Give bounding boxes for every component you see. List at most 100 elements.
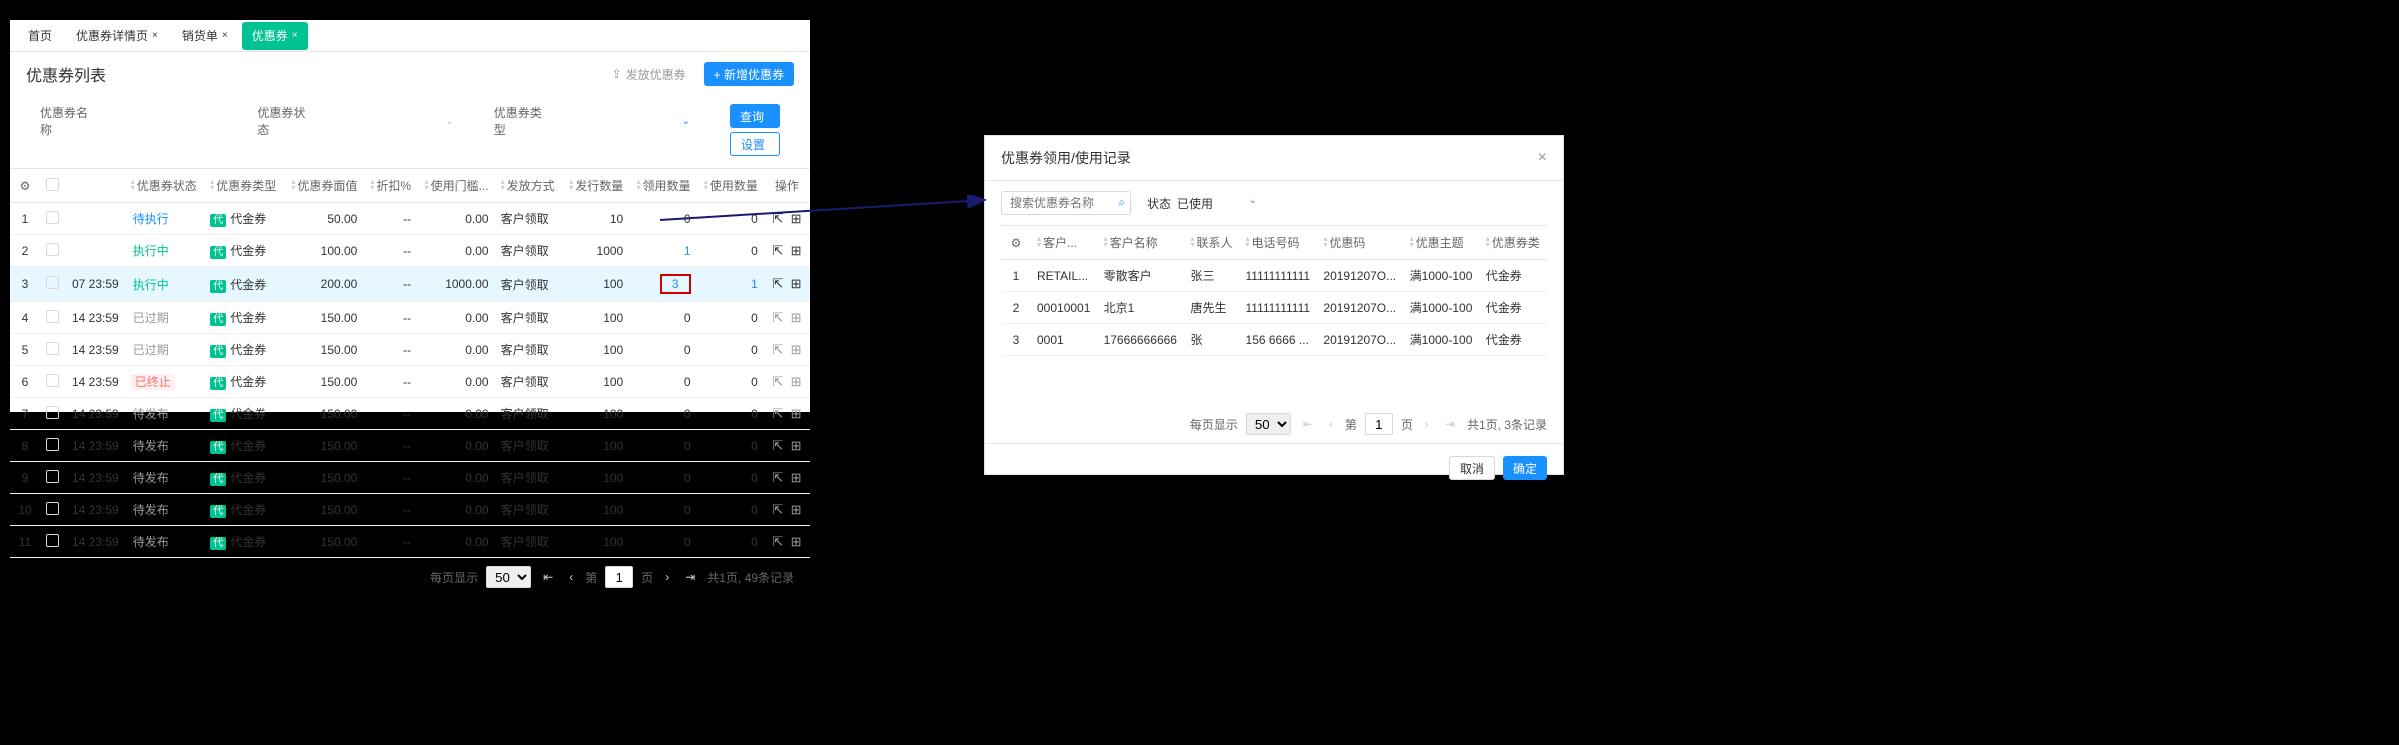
share-icon[interactable]: ⇱: [772, 342, 783, 357]
table-row[interactable]: 9 14 23:59 待发布 代代金券 150.00 -- 0.00 客户领取 …: [10, 462, 810, 494]
share-icon[interactable]: ⇱: [772, 438, 783, 453]
row-checkbox[interactable]: [46, 438, 59, 451]
col-method[interactable]: ▴▾发放方式: [495, 169, 562, 203]
tab-sales-order[interactable]: 销货单×: [172, 22, 238, 50]
row-checkbox[interactable]: [46, 534, 59, 547]
col-claim[interactable]: ▴▾领用数量: [629, 169, 696, 203]
status-select[interactable]: ⌄: [322, 109, 454, 133]
table-row[interactable]: 5 14 23:59 已过期 代代金券 150.00 -- 0.00 客户领取 …: [10, 334, 810, 366]
cancel-button[interactable]: 取消: [1449, 456, 1495, 480]
row-checkbox[interactable]: [46, 502, 59, 515]
col-type[interactable]: ▴▾优惠券类型: [204, 169, 284, 203]
next-page-button[interactable]: ›: [1421, 417, 1433, 431]
col-cust-no[interactable]: ▴▾客户...: [1031, 226, 1098, 260]
table-row[interactable]: 3 0001 17666666666 张 156 6666 ... 201912…: [1001, 324, 1547, 356]
setting-button[interactable]: 设置: [730, 132, 780, 156]
coupon-name-input[interactable]: [97, 109, 217, 133]
first-page-button[interactable]: ⇤: [539, 570, 557, 584]
row-checkbox[interactable]: [46, 470, 59, 483]
ok-button[interactable]: 确定: [1503, 456, 1547, 480]
state-select[interactable]: 已使用⌄: [1177, 195, 1257, 212]
table-row[interactable]: 10 14 23:59 待发布 代代金券 150.00 -- 0.00 客户领取…: [10, 494, 810, 526]
select-all-checkbox[interactable]: [46, 178, 59, 191]
row-checkbox[interactable]: [46, 406, 59, 419]
col-type[interactable]: ▴▾优惠券类: [1480, 226, 1547, 260]
query-button[interactable]: 查询: [730, 104, 780, 128]
table-row[interactable]: 3 07 23:59 执行中 代代金券 200.00 -- 1000.00 客户…: [10, 267, 810, 302]
table-row[interactable]: 6 14 23:59 已终止 代代金券 150.00 -- 0.00 客户领取 …: [10, 366, 810, 398]
qrcode-icon[interactable]: ⊞: [791, 534, 802, 549]
col-issue[interactable]: ▴▾发行数量: [562, 169, 629, 203]
search-input[interactable]: [1001, 191, 1131, 215]
share-icon[interactable]: ⇱: [772, 534, 783, 549]
table-row[interactable]: 1 待执行 代代金券 50.00 -- 0.00 客户领取 10 0 0 ⇱ ⊞: [10, 203, 810, 235]
share-icon[interactable]: ⇱: [772, 276, 783, 291]
qrcode-icon[interactable]: ⊞: [791, 470, 802, 485]
add-coupon-button[interactable]: + 新增优惠券: [704, 62, 794, 86]
qrcode-icon[interactable]: ⊞: [791, 342, 802, 357]
next-page-button[interactable]: ›: [661, 570, 673, 584]
share-icon[interactable]: ⇱: [772, 243, 783, 258]
qrcode-icon[interactable]: ⊞: [791, 502, 802, 517]
gear-icon[interactable]: ⚙: [20, 179, 31, 193]
row-checkbox[interactable]: [46, 342, 59, 355]
share-icon[interactable]: ⇱: [772, 211, 783, 226]
close-icon[interactable]: ×: [222, 30, 228, 41]
row-checkbox[interactable]: [46, 243, 59, 256]
col-threshold[interactable]: ▴▾使用门槛...: [417, 169, 495, 203]
first-page-button[interactable]: ⇤: [1299, 417, 1317, 431]
search-icon[interactable]: ⌕: [1118, 195, 1125, 210]
share-icon[interactable]: ⇱: [772, 374, 783, 389]
row-checkbox[interactable]: [46, 211, 59, 224]
gear-icon[interactable]: ⚙: [1011, 236, 1022, 250]
qrcode-icon[interactable]: ⊞: [791, 406, 802, 421]
page-size-select[interactable]: 50: [1246, 413, 1291, 435]
close-icon[interactable]: ×: [152, 30, 158, 41]
qrcode-icon[interactable]: ⊞: [791, 276, 802, 291]
qrcode-icon[interactable]: ⊞: [791, 211, 802, 226]
use-count-link[interactable]: 1: [751, 277, 758, 291]
col-status[interactable]: ▴▾优惠券状态: [125, 169, 205, 203]
qrcode-icon[interactable]: ⊞: [791, 243, 802, 258]
page-input[interactable]: [605, 566, 633, 588]
tab-coupon[interactable]: 优惠券×: [242, 22, 308, 50]
row-checkbox[interactable]: [46, 374, 59, 387]
table-row[interactable]: 11 14 23:59 待发布 代代金券 150.00 -- 0.00 客户领取…: [10, 526, 810, 558]
tab-home[interactable]: 首页: [18, 22, 62, 50]
table-row[interactable]: 7 14 23:59 待发布 代代金券 150.00 -- 0.00 客户领取 …: [10, 398, 810, 430]
col-contact[interactable]: ▴▾联系人: [1185, 226, 1240, 260]
last-page-button[interactable]: ⇥: [681, 570, 699, 584]
type-select[interactable]: ⌄: [558, 109, 690, 133]
col-use[interactable]: ▴▾使用数量: [697, 169, 764, 203]
row-checkbox[interactable]: [46, 310, 59, 323]
share-icon[interactable]: ⇱: [772, 406, 783, 421]
qrcode-icon[interactable]: ⊞: [791, 438, 802, 453]
table-row[interactable]: 1 RETAIL... 零散客户 张三 11111111111 20191207…: [1001, 260, 1547, 292]
col-cust-name[interactable]: ▴▾客户名称: [1098, 226, 1185, 260]
distribute-coupon-button[interactable]: ⇪发放优惠券: [602, 62, 696, 86]
share-icon[interactable]: ⇱: [772, 502, 783, 517]
table-row[interactable]: 8 14 23:59 待发布 代代金券 150.00 -- 0.00 客户领取 …: [10, 430, 810, 462]
col-face[interactable]: ▴▾优惠券面值: [284, 169, 364, 203]
page-input[interactable]: [1365, 413, 1393, 435]
page-size-select[interactable]: 50: [486, 566, 531, 588]
col-theme[interactable]: ▴▾优惠主题: [1404, 226, 1480, 260]
share-icon[interactable]: ⇱: [772, 470, 783, 485]
prev-page-button[interactable]: ‹: [1325, 417, 1337, 431]
table-row[interactable]: 2 00010001 北京1 唐先生 11111111111 20191207O…: [1001, 292, 1547, 324]
row-checkbox[interactable]: [46, 276, 59, 289]
claim-count-link[interactable]: 1: [684, 244, 691, 258]
qrcode-icon[interactable]: ⊞: [791, 310, 802, 325]
qrcode-icon[interactable]: ⊞: [791, 374, 802, 389]
prev-page-button[interactable]: ‹: [565, 570, 577, 584]
tab-coupon-detail[interactable]: 优惠券详情页×: [66, 22, 168, 50]
table-row[interactable]: 4 14 23:59 已过期 代代金券 150.00 -- 0.00 客户领取 …: [10, 302, 810, 334]
col-phone[interactable]: ▴▾电话号码: [1240, 226, 1318, 260]
table-row[interactable]: 2 执行中 代代金券 100.00 -- 0.00 客户领取 1000 1 0 …: [10, 235, 810, 267]
share-icon[interactable]: ⇱: [772, 310, 783, 325]
claim-count-link[interactable]: 3: [660, 274, 691, 294]
col-code[interactable]: ▴▾优惠码: [1317, 226, 1403, 260]
col-discount[interactable]: ▴▾折扣%: [363, 169, 417, 203]
close-icon[interactable]: ×: [1538, 149, 1547, 167]
last-page-button[interactable]: ⇥: [1441, 417, 1459, 431]
